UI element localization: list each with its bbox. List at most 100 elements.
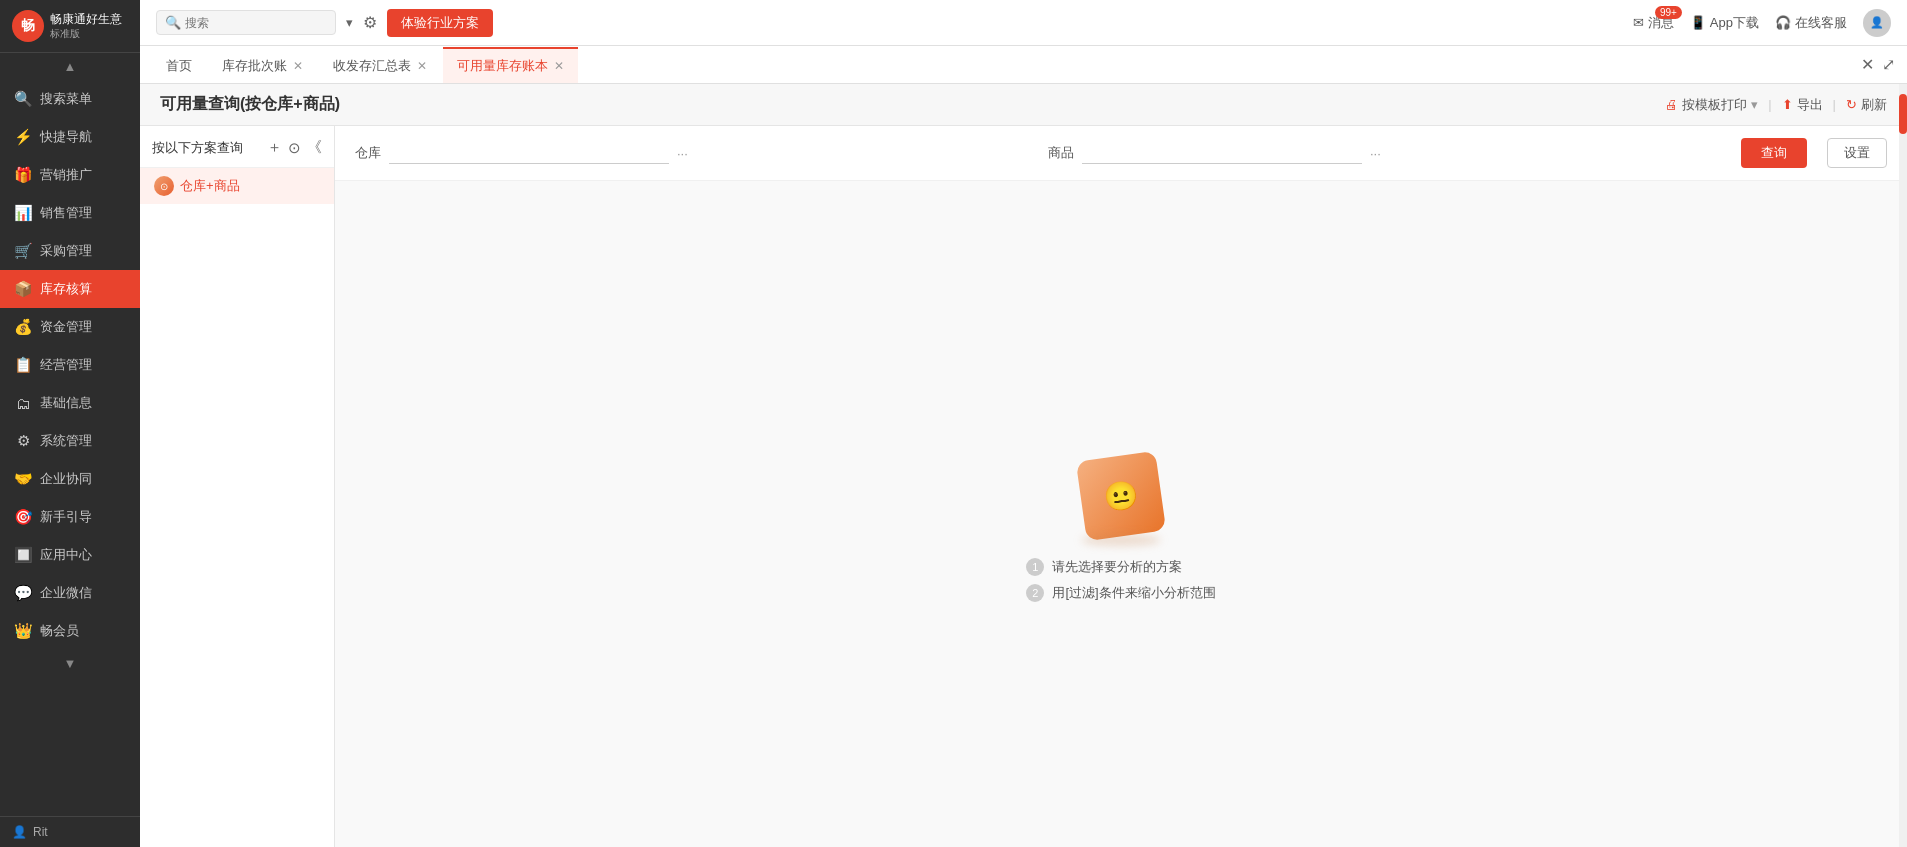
tabs-bar: 首页 库存批次账 ✕ 收发存汇总表 ✕ 可用量库存账本 ✕ ✕ ⤢ — [140, 46, 1907, 84]
sidebar: 畅 畅康通好生意 标准版 ▲ 🔍 搜索菜单 ⚡ 快捷导航 🎁 营销推广 📊 销售… — [0, 0, 140, 847]
filter-row: 仓库 ··· 商品 ··· 查询 设置 — [335, 126, 1907, 181]
sidebar-scroll-up[interactable]: ▲ — [0, 53, 140, 80]
sidebar-item-app-center[interactable]: 🔲 应用中心 — [0, 536, 140, 574]
empty-illustration: 😐 — [1061, 426, 1181, 546]
sidebar-header: 畅 畅康通好生意 标准版 — [0, 0, 140, 53]
empty-hint-1: 1 请先选择要分析的方案 — [1026, 558, 1215, 576]
empty-state: 😐 1 请先选择要分析的方案 2 用[过滤]条件来缩小分析范围 — [335, 181, 1907, 847]
grid-icon: 🔲 — [14, 546, 32, 564]
main-area: 🔍 ▾ ⚙ 体验行业方案 ✉ 消息 99+ 📱 App下载 🎧 在线客服 👤 — [140, 0, 1907, 847]
page-header-actions: 🖨 按模板打印 ▾ | ⬆ 导出 | ↻ 刷新 — [1665, 96, 1887, 114]
window-expand-icon[interactable]: ⤢ — [1882, 55, 1895, 74]
hint-number-1: 1 — [1026, 558, 1044, 576]
print-icon: 🖨 — [1665, 97, 1678, 112]
logo-text: 畅康通好生意 标准版 — [50, 12, 122, 41]
settings-icon[interactable]: ⚙ — [363, 13, 377, 32]
chat-icon: 💬 — [14, 584, 32, 602]
search-box[interactable]: 🔍 — [156, 10, 336, 35]
empty-hint-2: 2 用[过滤]条件来缩小分析范围 — [1026, 584, 1215, 602]
quick-icon: ⚡ — [14, 128, 32, 146]
sidebar-nav: ▲ 🔍 搜索菜单 ⚡ 快捷导航 🎁 营销推广 📊 销售管理 🛒 采购管理 📦 库… — [0, 53, 140, 816]
online-service-button[interactable]: 🎧 在线客服 — [1775, 14, 1847, 32]
gift-icon: 🎁 — [14, 166, 32, 184]
sidebar-footer[interactable]: 👤 Rit — [0, 816, 140, 847]
user-avatar[interactable]: 👤 — [1863, 9, 1891, 37]
sidebar-item-system[interactable]: ⚙ 系统管理 — [0, 422, 140, 460]
message-icon: ✉ — [1633, 15, 1644, 30]
refresh-icon: ↻ — [1846, 97, 1857, 112]
print-dropdown-icon[interactable]: ▾ — [1751, 97, 1758, 112]
add-scheme-icon[interactable]: ＋ — [267, 138, 282, 157]
warehouse-filter-group: 仓库 ··· — [355, 142, 1028, 164]
tab-summary[interactable]: 收发存汇总表 ✕ — [319, 47, 441, 83]
topbar: 🔍 ▾ ⚙ 体验行业方案 ✉ 消息 99+ 📱 App下载 🎧 在线客服 👤 — [140, 0, 1907, 46]
message-button[interactable]: ✉ 消息 99+ — [1633, 14, 1674, 32]
sidebar-scroll-down[interactable]: ▼ — [0, 650, 140, 677]
tab-close-summary[interactable]: ✕ — [417, 59, 427, 73]
crown-icon: 👑 — [14, 622, 32, 640]
scrollbar-thumb[interactable] — [1899, 94, 1907, 134]
clipboard-icon: 📋 — [14, 356, 32, 374]
goods-filter-label: 商品 — [1048, 144, 1074, 162]
app-download-button[interactable]: 📱 App下载 — [1690, 14, 1759, 32]
sidebar-item-operations[interactable]: 📋 经营管理 — [0, 346, 140, 384]
scheme-panel-actions: ＋ ⊙ 《 — [267, 138, 322, 157]
sidebar-item-quick-nav[interactable]: ⚡ 快捷导航 — [0, 118, 140, 156]
warehouse-filter-input[interactable] — [389, 142, 669, 164]
box-face-icon: 😐 — [1101, 477, 1140, 515]
set-button[interactable]: 设置 — [1827, 138, 1887, 168]
tab-available-qty[interactable]: 可用量库存账本 ✕ — [443, 47, 578, 83]
cart-icon: 🛒 — [14, 242, 32, 260]
content-area: 按以下方案查询 ＋ ⊙ 《 ⊙ 仓库+商品 仓库 — [140, 126, 1907, 847]
right-scrollbar[interactable] — [1899, 84, 1907, 847]
right-content-panel: 仓库 ··· 商品 ··· 查询 设置 😐 — [335, 126, 1907, 847]
sidebar-item-guide[interactable]: 🎯 新手引导 — [0, 498, 140, 536]
empty-hints: 1 请先选择要分析的方案 2 用[过滤]条件来缩小分析范围 — [1026, 558, 1215, 602]
tabs-window-controls: ✕ ⤢ — [1861, 55, 1895, 74]
scheme-item-icon: ⊙ — [154, 176, 174, 196]
empty-box-graphic: 😐 — [1076, 451, 1166, 541]
warehouse-more-icon[interactable]: ··· — [677, 146, 688, 161]
manage-scheme-icon[interactable]: ⊙ — [288, 139, 301, 157]
scheme-item-warehouse-goods[interactable]: ⊙ 仓库+商品 — [140, 168, 334, 204]
topbar-right-actions: ✉ 消息 99+ 📱 App下载 🎧 在线客服 👤 — [1633, 9, 1891, 37]
folder-icon: 🗂 — [14, 395, 32, 412]
hint-number-2: 2 — [1026, 584, 1044, 602]
logo-icon: 畅 — [12, 10, 44, 42]
industry-solution-button[interactable]: 体验行业方案 — [387, 9, 493, 37]
user-avatar-small: 👤 — [12, 825, 27, 839]
sidebar-item-finance[interactable]: 💰 资金管理 — [0, 308, 140, 346]
scheme-panel-header: 按以下方案查询 ＋ ⊙ 《 — [140, 138, 334, 168]
tab-batch-ledger[interactable]: 库存批次账 ✕ — [208, 47, 317, 83]
tab-close-batch[interactable]: ✕ — [293, 59, 303, 73]
tab-close-available[interactable]: ✕ — [554, 59, 564, 73]
sidebar-item-cooperation[interactable]: 🤝 企业协同 — [0, 460, 140, 498]
money-icon: 💰 — [14, 318, 32, 336]
message-badge: 99+ — [1655, 6, 1682, 19]
sidebar-item-wechat[interactable]: 💬 企业微信 — [0, 574, 140, 612]
page-title: 可用量查询(按仓库+商品) — [160, 94, 340, 115]
sidebar-item-sales[interactable]: 📊 销售管理 — [0, 194, 140, 232]
search-icon: 🔍 — [14, 90, 32, 108]
collapse-panel-icon[interactable]: 《 — [307, 138, 322, 157]
phone-icon: 📱 — [1690, 15, 1706, 30]
sidebar-item-marketing[interactable]: 🎁 营销推广 — [0, 156, 140, 194]
sidebar-item-member[interactable]: 👑 畅会员 — [0, 612, 140, 650]
print-button[interactable]: 🖨 按模板打印 ▾ — [1665, 96, 1758, 114]
target-icon: 🎯 — [14, 508, 32, 526]
goods-filter-input[interactable] — [1082, 142, 1362, 164]
sidebar-item-search[interactable]: 🔍 搜索菜单 — [0, 80, 140, 118]
dropdown-arrow-icon[interactable]: ▾ — [346, 15, 353, 30]
refresh-button[interactable]: ↻ 刷新 — [1846, 96, 1887, 114]
window-close-icon[interactable]: ✕ — [1861, 55, 1874, 74]
sidebar-item-basic[interactable]: 🗂 基础信息 — [0, 384, 140, 422]
export-button[interactable]: ⬆ 导出 — [1782, 96, 1823, 114]
sidebar-item-inventory[interactable]: 📦 库存核算 — [0, 270, 140, 308]
query-button[interactable]: 查询 — [1741, 138, 1807, 168]
search-input[interactable] — [185, 16, 285, 30]
avatar-icon: 👤 — [1870, 16, 1884, 29]
sidebar-item-purchase[interactable]: 🛒 采购管理 — [0, 232, 140, 270]
scheme-panel-title: 按以下方案查询 — [152, 139, 243, 157]
tab-home[interactable]: 首页 — [152, 47, 206, 83]
goods-more-icon[interactable]: ··· — [1370, 146, 1381, 161]
